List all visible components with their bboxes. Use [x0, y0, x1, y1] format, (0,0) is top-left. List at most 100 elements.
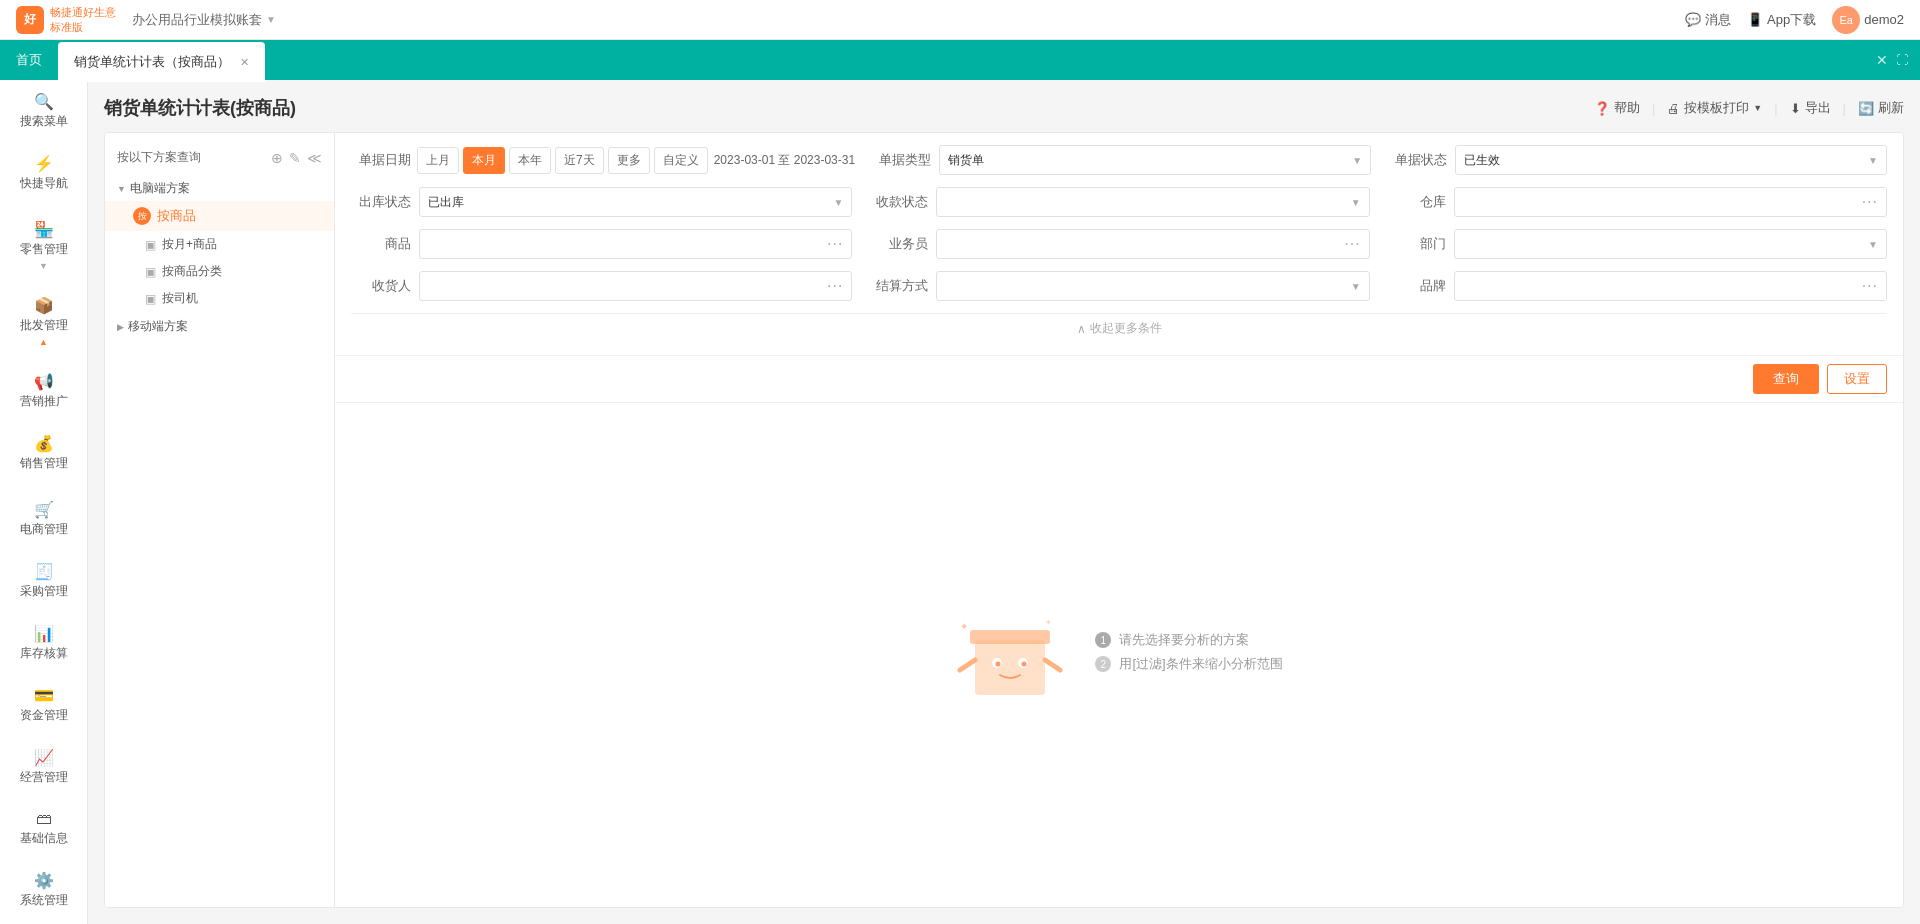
export-button[interactable]: ⬇ 导出 — [1790, 99, 1831, 117]
sidebar-item-ecommerce[interactable]: 🛒 电商管理 — [0, 488, 87, 550]
filter-group-department: 部门 ▼ — [1386, 229, 1887, 259]
recipient-dots[interactable]: ··· — [827, 277, 843, 295]
sidebar-item-basic[interactable]: 🗃 基础信息 — [0, 798, 87, 859]
sidebar-item-retail[interactable]: 🏪 零售管理 ▼ — [0, 208, 87, 284]
collapse-panel-button[interactable]: ≪ — [307, 150, 322, 166]
pc-section-expand-icon: ▼ — [117, 184, 126, 194]
sidebar-item-sales[interactable]: 💰 销售管理 — [0, 422, 87, 484]
right-panel: 单据日期 上月 本月 本年 近7天 更多 自定义 2023-03-01 至 20… — [335, 133, 1903, 907]
ecommerce-icon: 🛒 — [4, 500, 83, 519]
salesperson-input[interactable]: ··· — [936, 229, 1369, 259]
logo-area: 好 畅捷通好生意 标准版 — [16, 5, 116, 34]
out-status-arrow: ▼ — [833, 197, 843, 208]
export-label: 导出 — [1805, 99, 1831, 117]
sidebar-item-wholesale[interactable]: 📦 批发管理 ▲ — [0, 284, 87, 360]
action-bar: 查询 设置 — [335, 356, 1903, 403]
warehouse-input[interactable]: ··· — [1454, 187, 1887, 217]
date-custom-btn[interactable]: 自定义 — [654, 147, 708, 174]
sidebar-item-quick-nav[interactable]: ⚡ 快捷导航 — [0, 142, 87, 204]
settlement-input[interactable]: ▼ — [936, 271, 1369, 301]
top-bar-right: 💬 消息 📱 App下载 Ea demo2 — [1685, 6, 1904, 34]
tab-close-icon[interactable]: ✕ — [240, 56, 249, 69]
scheme-item-by-driver[interactable]: ▣ 按司机 — [105, 285, 334, 312]
close-window-icon[interactable]: ✕ — [1876, 52, 1888, 68]
doc-type-label: 单据类型 — [871, 151, 931, 169]
export-icon: ⬇ — [1790, 101, 1801, 116]
workspace-chevron: ▼ — [266, 14, 276, 25]
filter-group-brand: 品牌 ··· — [1386, 271, 1887, 301]
date-this-year-btn[interactable]: 本年 — [509, 147, 551, 174]
hint-2-bullet: 2 — [1095, 656, 1111, 672]
date-this-month-btn[interactable]: 本月 — [463, 147, 505, 174]
empty-hint-2: 2 用[过滤]条件来缩小分析范围 — [1095, 655, 1282, 673]
help-label: 帮助 — [1614, 99, 1640, 117]
date-last7-btn[interactable]: 近7天 — [555, 147, 604, 174]
sidebar-item-inventory[interactable]: 📊 库存核算 — [0, 612, 87, 674]
app-download-icon: 📱 — [1747, 12, 1763, 27]
search-icon: 🔍 — [4, 92, 83, 111]
wholesale-icon: 📦 — [4, 296, 83, 315]
empty-illustration: ✦ ✦ — [955, 605, 1065, 705]
hint-1-bullet: 1 — [1095, 632, 1111, 648]
department-input[interactable]: ▼ — [1454, 229, 1887, 259]
app-download-button[interactable]: 📱 App下载 — [1747, 11, 1816, 29]
sidebar-item-marketing[interactable]: 📢 营销推广 — [0, 360, 87, 422]
out-status-input[interactable]: 已出库 ▼ — [419, 187, 852, 217]
workspace-selector[interactable]: 办公用品行业模拟账套 ▼ — [124, 11, 284, 29]
tab-maximise-area: ✕ ⛶ — [1876, 52, 1920, 68]
recipient-input[interactable]: ··· — [419, 271, 852, 301]
filter-row-1: 单据日期 上月 本月 本年 近7天 更多 自定义 2023-03-01 至 20… — [351, 145, 1887, 175]
edit-scheme-button[interactable]: ✎ — [289, 150, 301, 166]
operation-icon: 📈 — [4, 748, 83, 767]
warehouse-dots[interactable]: ··· — [1862, 193, 1878, 211]
brand-dots[interactable]: ··· — [1862, 277, 1878, 295]
filter-group-doc-type: 单据类型 销货单 ▼ — [871, 145, 1371, 175]
message-icon: 💬 — [1685, 12, 1701, 27]
doc-status-input[interactable]: 已生效 ▼ — [1455, 145, 1887, 175]
sidebar-item-operation[interactable]: 📈 经营管理 — [0, 736, 87, 798]
settings-button[interactable]: 设置 — [1827, 364, 1887, 394]
scheme-section-mobile: ▶ 移动端方案 — [105, 314, 334, 339]
scheme-sub-icon-3: ▣ — [145, 292, 156, 306]
salesperson-dots[interactable]: ··· — [1344, 235, 1360, 253]
filter-group-out-status: 出库状态 已出库 ▼ — [351, 187, 852, 217]
scheme-item-by-product[interactable]: 按 按商品 — [105, 201, 334, 231]
scheme-section-pc-header[interactable]: ▼ 电脑端方案 — [105, 176, 334, 201]
date-range-value: 2023-03-01 至 2023-03-31 — [714, 152, 855, 169]
scheme-section-mobile-header[interactable]: ▶ 移动端方案 — [105, 314, 334, 339]
left-panel-actions: ⊕ ✎ ≪ — [271, 150, 322, 166]
product-input[interactable]: ··· — [419, 229, 852, 259]
brand-input[interactable]: ··· — [1454, 271, 1887, 301]
settlement-label: 结算方式 — [868, 277, 928, 295]
expand-window-icon[interactable]: ⛶ — [1896, 53, 1908, 67]
sidebar-item-system[interactable]: ⚙️ 系统管理 — [0, 859, 87, 921]
user-menu[interactable]: Ea demo2 — [1832, 6, 1904, 34]
sidebar-item-search-menu[interactable]: 🔍 搜索菜单 — [0, 80, 87, 142]
refresh-button[interactable]: 🔄 刷新 — [1858, 99, 1904, 117]
tab-sales-stat[interactable]: 销货单统计计表（按商品） ✕ — [58, 42, 265, 82]
template-print-button[interactable]: 🖨 按模板打印 ▼ — [1667, 99, 1762, 117]
department-label: 部门 — [1386, 235, 1446, 253]
query-button[interactable]: 查询 — [1753, 364, 1819, 394]
date-more-btn[interactable]: 更多 — [608, 147, 650, 174]
filter-group-recipient: 收货人 ··· — [351, 271, 852, 301]
date-last-month-btn[interactable]: 上月 — [417, 147, 459, 174]
sales-icon: 💰 — [4, 434, 83, 453]
tab-home[interactable]: 首页 — [0, 40, 58, 80]
message-button[interactable]: 💬 消息 — [1685, 11, 1731, 29]
sidebar-item-finance[interactable]: 💳 资金管理 — [0, 674, 87, 736]
collapse-bar[interactable]: ∧ 收起更多条件 — [351, 313, 1887, 343]
help-button[interactable]: ❓ 帮助 — [1594, 99, 1640, 117]
scheme-item-by-category[interactable]: ▣ 按商品分类 — [105, 258, 334, 285]
product-dots[interactable]: ··· — [827, 235, 843, 253]
add-scheme-button[interactable]: ⊕ — [271, 150, 283, 166]
scheme-sub-label-3: 按司机 — [162, 290, 198, 307]
scheme-section-pc: ▼ 电脑端方案 按 按商品 ▣ 按月+商品 ▣ — [105, 176, 334, 312]
scheme-item-by-month-product[interactable]: ▣ 按月+商品 — [105, 231, 334, 258]
print-icon: 🖨 — [1667, 101, 1680, 116]
mobile-section-expand-icon: ▶ — [117, 322, 124, 332]
doc-type-input[interactable]: 销货单 ▼ — [939, 145, 1371, 175]
marketing-icon: 📢 — [4, 372, 83, 391]
sidebar-item-purchase[interactable]: 🧾 采购管理 — [0, 550, 87, 612]
receipt-status-input[interactable]: ▼ — [936, 187, 1369, 217]
